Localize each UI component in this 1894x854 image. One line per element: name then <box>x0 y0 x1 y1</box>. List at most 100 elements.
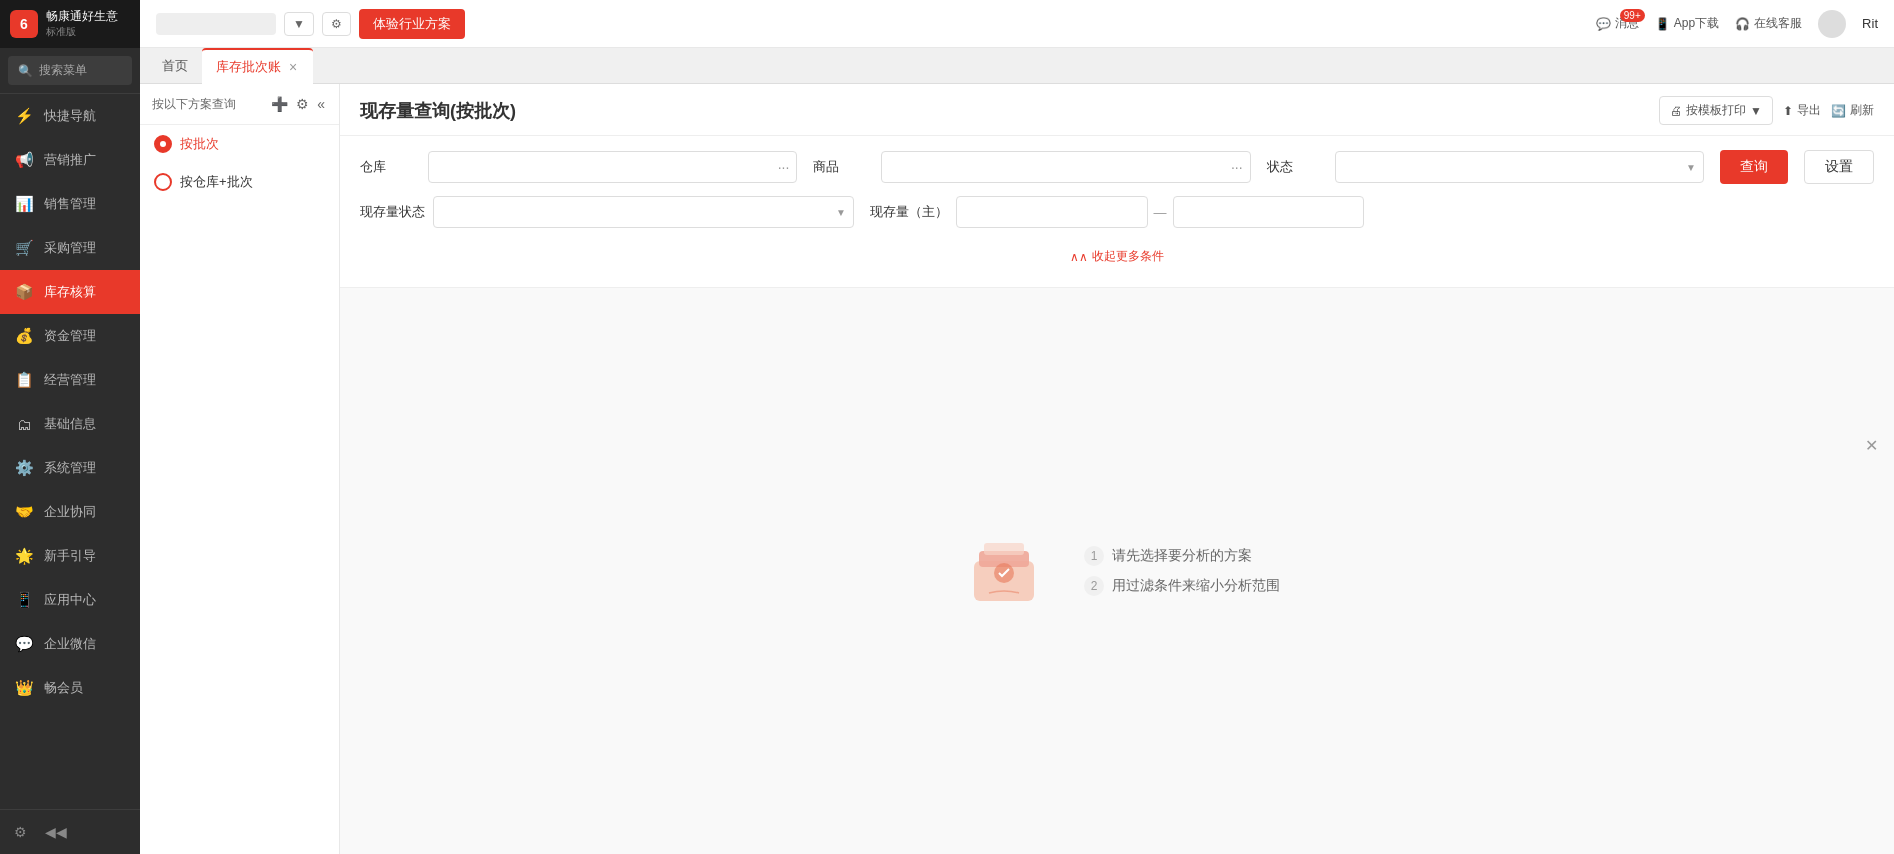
sidebar-item-basic[interactable]: 🗂 基础信息 <box>0 402 140 446</box>
empty-hint-2: 2 用过滤条件来缩小分析范围 <box>1084 576 1280 596</box>
sidebar-nav: ⚡ 快捷导航 📢 营销推广 📊 销售管理 🛒 采购管理 📦 库存核算 💰 资金管… <box>0 94 140 809</box>
user-name: Rit <box>1862 16 1878 31</box>
sidebar-search-section: 🔍 搜索菜单 <box>0 48 140 94</box>
settings-footer-button[interactable]: ⚙ <box>10 820 31 844</box>
filter-status: 状态 <box>1267 151 1704 183</box>
sidebar-header: 6 畅康通好生意 标准版 <box>0 0 140 48</box>
status-select[interactable] <box>1335 151 1704 183</box>
collapse-filter-button[interactable]: ∧∧ 收起更多条件 <box>1070 240 1164 273</box>
status-select-wrap <box>1335 151 1704 183</box>
sidebar-footer: ⚙ ◀◀ <box>0 809 140 854</box>
service-icon: 🎧 <box>1735 17 1750 31</box>
icon-inner <box>160 141 166 147</box>
sidebar-item-marketing[interactable]: 📢 营销推广 <box>0 138 140 182</box>
tab-home[interactable]: 首页 <box>148 48 202 84</box>
online-service-button[interactable]: 🎧 在线客服 <box>1735 15 1802 32</box>
sidebar-item-member[interactable]: 👑 畅会员 <box>0 666 140 710</box>
inventory-qty-min[interactable] <box>956 196 1148 228</box>
goods-input[interactable] <box>881 151 1250 183</box>
chevron-up-icon: ∧∧ <box>1070 250 1088 264</box>
print-button[interactable]: 🖨 按模板打印 ▼ <box>1659 96 1773 125</box>
print-dropdown-icon: ▼ <box>1750 104 1762 118</box>
sidebar-item-operation[interactable]: 📋 经营管理 <box>0 358 140 402</box>
tab-close-button[interactable]: × <box>287 60 299 74</box>
sidebar-item-purchase[interactable]: 🛒 采购管理 <box>0 226 140 270</box>
goods-input-wrap: ··· <box>881 151 1250 183</box>
app-logo: 6 <box>10 10 38 38</box>
scheme-settings-button[interactable]: ⚙ <box>294 94 311 114</box>
finance-icon: 💰 <box>14 326 34 346</box>
collapse-section: ∧∧ 收起更多条件 <box>360 240 1874 273</box>
left-panel-item-by-batch[interactable]: 按批次 <box>140 125 339 163</box>
topbar-left: ▼ ⚙ 体验行业方案 <box>156 9 1586 39</box>
content-area: 按以下方案查询 ➕ ⚙ « 按批次 按仓库+批次 <box>140 84 1894 854</box>
search-menu-button[interactable]: 🔍 搜索菜单 <box>8 56 132 85</box>
collapse-panel-button[interactable]: « <box>315 94 327 114</box>
sidebar-item-system[interactable]: ⚙️ 系统管理 <box>0 446 140 490</box>
inventory-qty-label: 现存量（主） <box>870 203 948 221</box>
empty-illustration <box>954 521 1054 621</box>
filter-row-2: 现存量状态 现存量（主） — <box>360 196 1874 228</box>
scheme-icon-empty <box>154 173 172 191</box>
right-panel: 现存量查询(按批次) 🖨 按模板打印 ▼ ⬆ 导出 🔄 刷新 <box>340 84 1894 854</box>
avatar[interactable] <box>1818 10 1846 38</box>
gear-settings-button[interactable]: ⚙ <box>322 12 351 36</box>
left-panel-header: 按以下方案查询 ➕ ⚙ « <box>140 84 339 125</box>
filter-inventory-qty: 现存量（主） — <box>870 196 1364 228</box>
filter-warehouse: 仓库 ··· <box>360 151 797 183</box>
filter-settings-button[interactable]: 设置 <box>1804 150 1874 184</box>
filter-goods: 商品 ··· <box>813 151 1250 183</box>
appstore-icon: 📱 <box>14 590 34 610</box>
close-all-tabs-button[interactable]: ✕ <box>1865 436 1878 455</box>
wechat-icon: 💬 <box>14 634 34 654</box>
inventory-status-label: 现存量状态 <box>360 203 425 221</box>
sidebar-item-appstore[interactable]: 📱 应用中心 <box>0 578 140 622</box>
query-button[interactable]: 查询 <box>1720 150 1788 184</box>
topbar: ▼ ⚙ 体验行业方案 💬 消息 99+ 📱 App下载 🎧 在线客服 Rit <box>140 0 1894 48</box>
sidebar-item-newbie[interactable]: 🌟 新手引导 <box>0 534 140 578</box>
marketing-icon: 📢 <box>14 150 34 170</box>
newbie-icon: 🌟 <box>14 546 34 566</box>
warehouse-input[interactable] <box>428 151 797 183</box>
collapse-sidebar-button[interactable]: ◀◀ <box>41 820 71 844</box>
inventory-status-select[interactable] <box>433 196 854 228</box>
svg-rect-2 <box>984 543 1024 555</box>
add-scheme-button[interactable]: ➕ <box>269 94 290 114</box>
left-panel: 按以下方案查询 ➕ ⚙ « 按批次 按仓库+批次 <box>140 84 340 854</box>
app-version: 标准版 <box>46 25 118 39</box>
sidebar-item-inventory[interactable]: 📦 库存核算 <box>0 270 140 314</box>
industry-solution-button[interactable]: 体验行业方案 <box>359 9 465 39</box>
sidebar-item-quick-nav[interactable]: ⚡ 快捷导航 <box>0 94 140 138</box>
hint-number-1: 1 <box>1084 546 1104 566</box>
topbar-right: 💬 消息 99+ 📱 App下载 🎧 在线客服 Rit <box>1596 10 1878 38</box>
refresh-button[interactable]: 🔄 刷新 <box>1831 102 1874 119</box>
messages-badge: 99+ <box>1620 9 1645 22</box>
left-panel-item-by-warehouse-batch[interactable]: 按仓库+批次 <box>140 163 339 201</box>
dropdown-arrow-button[interactable]: ▼ <box>284 12 314 36</box>
breadcrumb-input[interactable] <box>156 13 276 35</box>
tab-inventory-batch[interactable]: 库存批次账 × <box>202 48 313 84</box>
app-name: 畅康通好生意 <box>46 9 118 25</box>
scheme-icon-filled <box>154 135 172 153</box>
inventory-qty-max[interactable] <box>1173 196 1365 228</box>
sidebar: 6 畅康通好生意 标准版 🔍 搜索菜单 ⚡ 快捷导航 📢 营销推广 📊 销售管理… <box>0 0 140 854</box>
sidebar-item-finance[interactable]: 💰 资金管理 <box>0 314 140 358</box>
search-icon: 🔍 <box>18 64 33 78</box>
goods-label: 商品 <box>813 158 873 176</box>
filter-row-1: 仓库 ··· 商品 ··· 状态 <box>360 150 1874 184</box>
empty-state: 1 请先选择要分析的方案 2 用过滤条件来缩小分析范围 <box>340 288 1894 854</box>
sidebar-item-wechat[interactable]: 💬 企业微信 <box>0 622 140 666</box>
sidebar-item-enterprise[interactable]: 🤝 企业协同 <box>0 490 140 534</box>
app-download-button[interactable]: 📱 App下载 <box>1655 15 1719 32</box>
goods-more-icon[interactable]: ··· <box>1231 159 1243 175</box>
messages-button[interactable]: 💬 消息 99+ <box>1596 15 1639 32</box>
export-button[interactable]: ⬆ 导出 <box>1783 102 1821 119</box>
warehouse-label: 仓库 <box>360 158 420 176</box>
sidebar-item-sales[interactable]: 📊 销售管理 <box>0 182 140 226</box>
empty-text-section: 1 请先选择要分析的方案 2 用过滤条件来缩小分析范围 <box>1084 546 1280 596</box>
inventory-qty-range: — <box>956 196 1364 228</box>
filter-inventory-status: 现存量状态 <box>360 196 854 228</box>
page-header: 现存量查询(按批次) 🖨 按模板打印 ▼ ⬆ 导出 🔄 刷新 <box>340 84 1894 136</box>
basic-icon: 🗂 <box>14 414 34 434</box>
warehouse-more-icon[interactable]: ··· <box>778 159 790 175</box>
